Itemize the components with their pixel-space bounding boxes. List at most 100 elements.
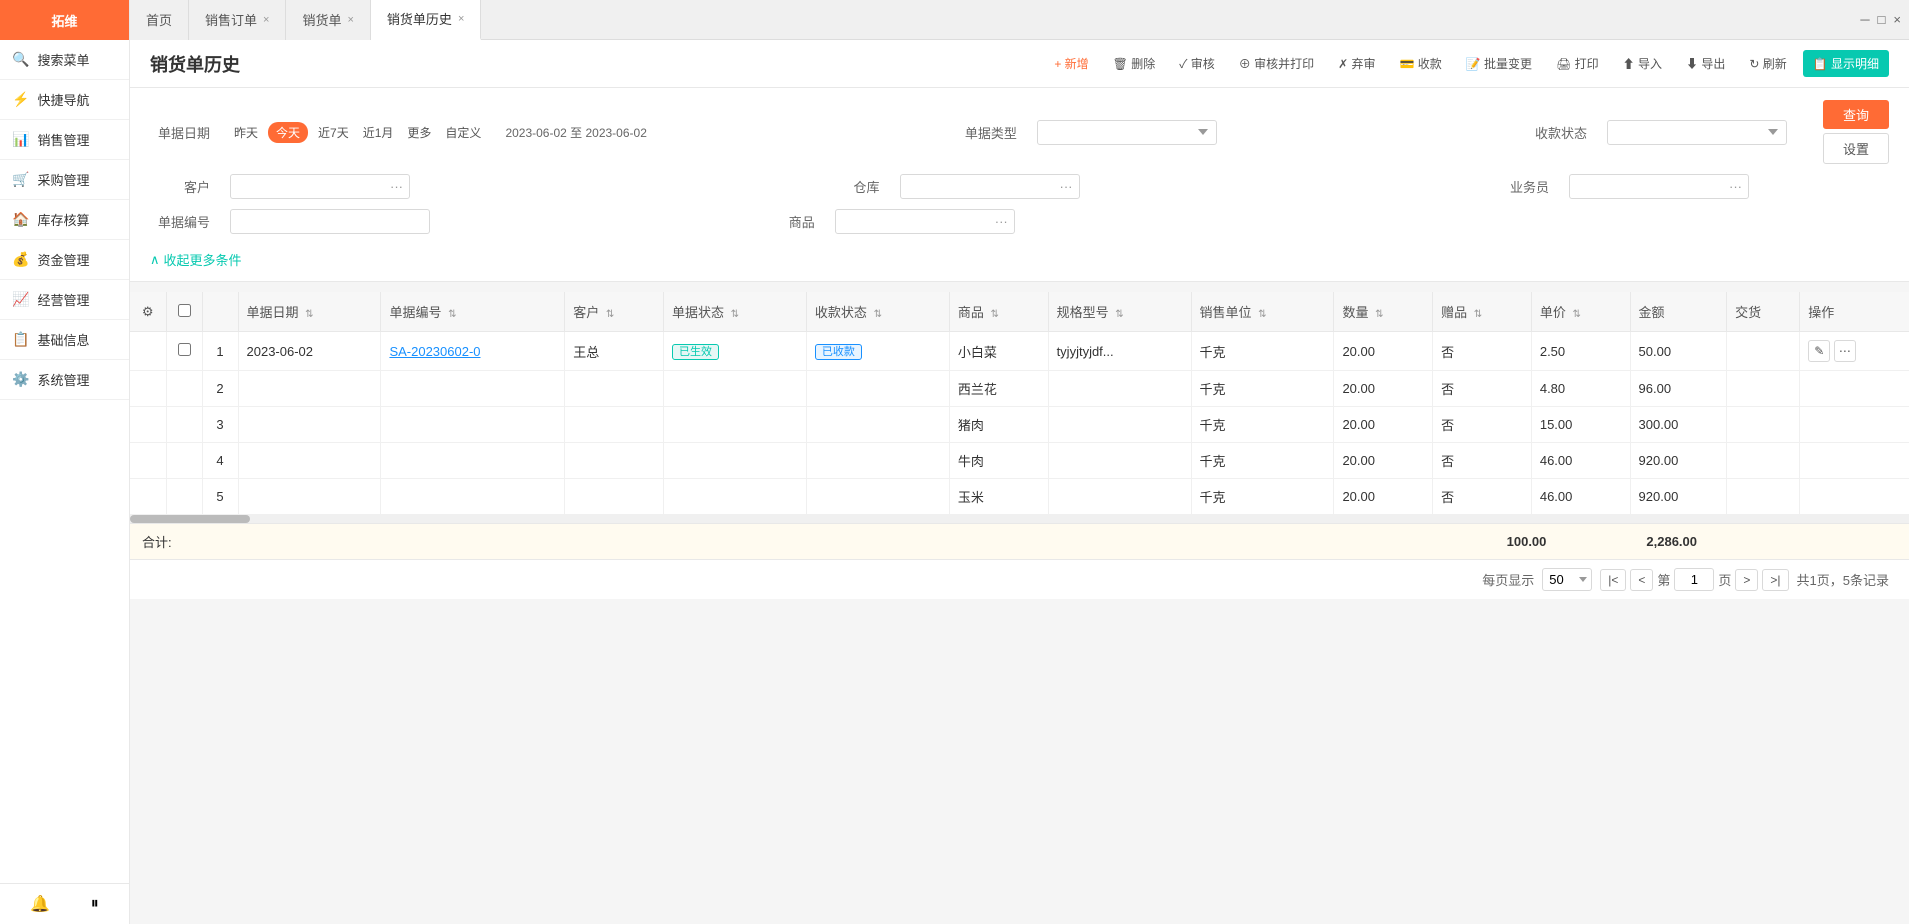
tab-close-sales-goods[interactable]: ×	[347, 14, 353, 26]
doc-no-input[interactable]	[230, 209, 430, 234]
row-operation: ✎ ⋯	[1800, 332, 1909, 371]
sort-doc-no-icon[interactable]: ⇅	[448, 309, 456, 320]
settings-button[interactable]: 设置	[1823, 133, 1889, 164]
row-checkbox-cell[interactable]	[166, 443, 202, 479]
audit-print-button[interactable]: ⊕ 审核并打印	[1231, 51, 1322, 76]
sort-spec-icon[interactable]: ⇅	[1115, 309, 1123, 320]
sidebar-item-basic-info[interactable]: 📋 基础信息	[0, 320, 129, 360]
date-shortcut-7days[interactable]: 近7天	[314, 122, 353, 143]
inventory-calc-icon: 🏠	[12, 211, 29, 228]
export-button[interactable]: ⬇ 导出	[1678, 51, 1733, 76]
col-gift[interactable]: 赠品 ⇅	[1433, 292, 1532, 332]
horizontal-scrollbar[interactable]	[130, 515, 1909, 523]
col-settings[interactable]: ⚙	[130, 292, 166, 332]
edit-btn[interactable]: ✎	[1808, 340, 1830, 362]
goods-input[interactable]	[836, 210, 991, 233]
date-shortcut-1month[interactable]: 近1月	[359, 122, 398, 143]
date-shortcut-custom[interactable]: 自定义	[441, 122, 485, 143]
print-button[interactable]: 🖨 打印	[1548, 51, 1607, 76]
delete-button[interactable]: 🗑 删除	[1105, 51, 1164, 76]
col-sales-unit[interactable]: 销售单位 ⇅	[1191, 292, 1334, 332]
next-page-btn[interactable]: >	[1735, 569, 1758, 591]
doc-type-select[interactable]	[1037, 120, 1217, 145]
row-checkbox-cell[interactable]	[166, 479, 202, 515]
row-trade	[1727, 407, 1800, 443]
sort-doc-date-icon[interactable]: ⇅	[305, 309, 313, 320]
sidebar-item-sales-mgmt[interactable]: 📊 销售管理	[0, 120, 129, 160]
sort-gift-icon[interactable]: ⇅	[1474, 309, 1482, 320]
sidebar-item-fund-mgmt[interactable]: 💰 资金管理	[0, 240, 129, 280]
col-goods[interactable]: 商品 ⇅	[949, 292, 1048, 332]
staff-dots[interactable]: ···	[1725, 179, 1746, 194]
tab-sales-order[interactable]: 销售订单 ×	[189, 0, 286, 40]
sort-price-icon[interactable]: ⇅	[1572, 309, 1580, 320]
more-btn[interactable]: ⋯	[1834, 340, 1856, 362]
sort-customer-icon[interactable]: ⇅	[606, 309, 614, 320]
sidebar-item-sys-mgmt[interactable]: ⚙️ 系统管理	[0, 360, 129, 400]
last-page-btn[interactable]: >|	[1762, 569, 1788, 591]
tab-home[interactable]: 首页	[130, 0, 189, 40]
tab-close-sales-history[interactable]: ×	[458, 13, 464, 25]
col-customer[interactable]: 客户 ⇅	[565, 292, 664, 332]
sort-doc-status-icon[interactable]: ⇅	[731, 309, 739, 320]
row-checkbox-cell[interactable]	[166, 332, 202, 371]
customer-input[interactable]	[231, 175, 386, 198]
sort-goods-icon[interactable]: ⇅	[991, 309, 999, 320]
collect-button[interactable]: 💳 收款	[1392, 51, 1450, 76]
sort-collect-status-icon[interactable]: ⇅	[874, 309, 882, 320]
doc-no-link[interactable]: SA-20230602-0	[389, 344, 480, 359]
new-button[interactable]: + 新增	[1046, 51, 1096, 76]
row-checkbox-cell[interactable]	[166, 371, 202, 407]
sidebar-item-ops-mgmt[interactable]: 📈 经营管理	[0, 280, 129, 320]
scroll-thumb[interactable]	[130, 515, 250, 523]
col-amount[interactable]: 金额	[1630, 292, 1727, 332]
abandon-button[interactable]: ✗ 弃审	[1330, 51, 1383, 76]
row-doc-no	[381, 371, 565, 407]
window-minimize-btn[interactable]: ─	[1860, 12, 1869, 27]
page-num-input[interactable]	[1674, 568, 1714, 591]
refresh-button[interactable]: ↻ 刷新	[1741, 51, 1794, 76]
row-checkbox[interactable]	[178, 343, 191, 356]
date-shortcut-yesterday[interactable]: 昨天	[230, 122, 262, 143]
goods-dots[interactable]: ···	[991, 214, 1012, 229]
import-button[interactable]: ⬆ 导入	[1615, 51, 1670, 76]
tab-sales-goods[interactable]: 销货单 ×	[286, 0, 370, 40]
staff-input[interactable]	[1570, 175, 1725, 198]
select-all-checkbox[interactable]	[178, 304, 191, 317]
col-collect-status[interactable]: 收款状态 ⇅	[806, 292, 949, 332]
per-page-select[interactable]: 50 20 100 200	[1542, 568, 1592, 591]
customer-dots[interactable]: ···	[386, 179, 407, 194]
col-doc-no[interactable]: 单据编号 ⇅	[381, 292, 565, 332]
col-unit-price[interactable]: 单价 ⇅	[1531, 292, 1630, 332]
display-detail-button[interactable]: 📋 显示明细	[1803, 50, 1889, 77]
warehouse-dots[interactable]: ···	[1056, 179, 1077, 194]
query-button[interactable]: 查询	[1823, 100, 1889, 129]
collect-status-select[interactable]	[1607, 120, 1787, 145]
col-doc-date[interactable]: 单据日期 ⇅	[238, 292, 381, 332]
row-checkbox-cell[interactable]	[166, 407, 202, 443]
collapse-button[interactable]: ∧ 收起更多条件	[150, 244, 1889, 269]
prev-page-btn[interactable]: <	[1630, 569, 1653, 591]
sidebar-item-inventory-calc[interactable]: 🏠 库存核算	[0, 200, 129, 240]
window-maximize-btn[interactable]: □	[1878, 12, 1886, 27]
col-spec-type[interactable]: 规格型号 ⇅	[1048, 292, 1191, 332]
warehouse-input[interactable]	[901, 175, 1056, 198]
sidebar-item-quick-nav[interactable]: ⚡ 快捷导航	[0, 80, 129, 120]
window-close-btn[interactable]: ×	[1893, 12, 1901, 27]
col-doc-status[interactable]: 单据状态 ⇅	[663, 292, 806, 332]
date-shortcut-today[interactable]: 今天	[268, 122, 308, 143]
col-qty[interactable]: 数量 ⇅	[1334, 292, 1433, 332]
audit-button[interactable]: ✓ 审核	[1171, 51, 1223, 76]
batch-change-button[interactable]: 📝 批量变更	[1458, 51, 1540, 76]
sort-qty-icon[interactable]: ⇅	[1375, 309, 1383, 320]
sidebar-bottom: 🔔 ⏸	[0, 883, 129, 924]
sidebar-item-search-menu[interactable]: 🔍 搜索菜单	[0, 40, 129, 80]
sort-unit-icon[interactable]: ⇅	[1258, 309, 1266, 320]
notification-icon[interactable]: 🔔	[30, 894, 50, 914]
pause-icon[interactable]: ⏸	[91, 895, 99, 913]
sidebar-item-purchase-mgmt[interactable]: 🛒 采购管理	[0, 160, 129, 200]
tab-sales-history[interactable]: 销货单历史 ×	[371, 0, 481, 40]
tab-close-sales-order[interactable]: ×	[263, 14, 269, 26]
date-shortcut-more[interactable]: 更多	[403, 122, 435, 143]
first-page-btn[interactable]: |<	[1600, 569, 1626, 591]
